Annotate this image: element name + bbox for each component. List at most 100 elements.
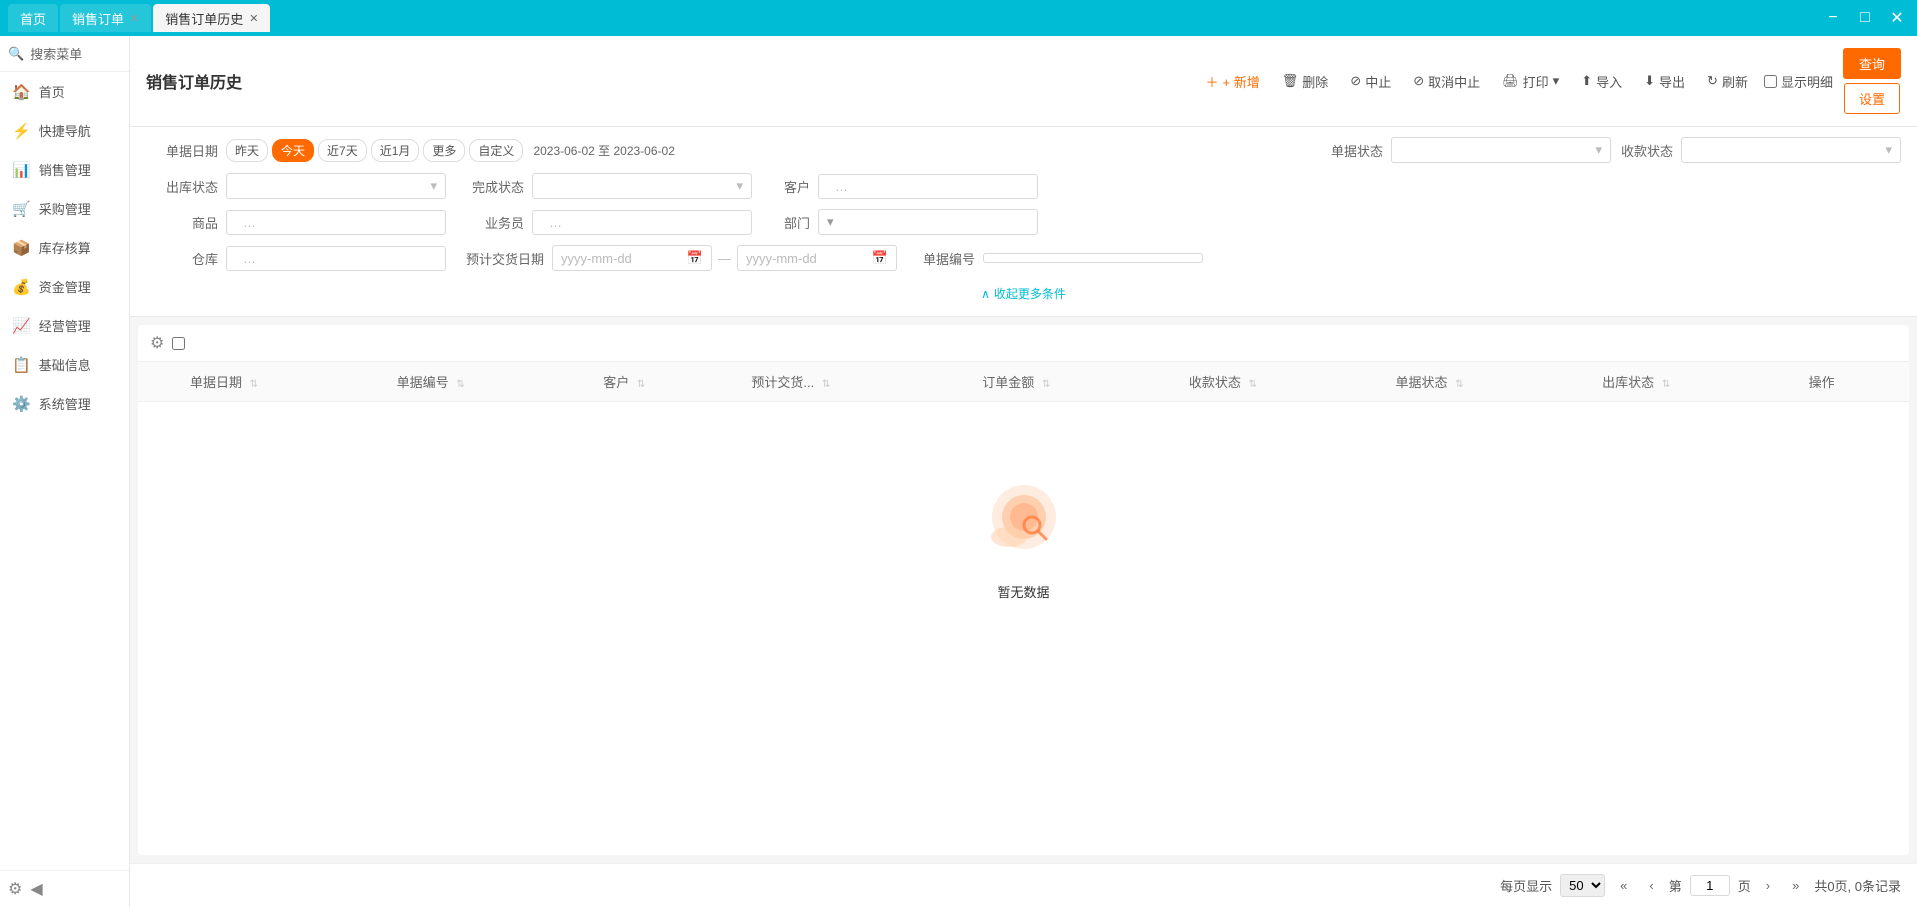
date-btn-yesterday[interactable]: 昨天	[226, 139, 268, 162]
first-page-button[interactable]: «	[1613, 875, 1634, 896]
th-outbound-status[interactable]: 出库状态 ⇅	[1590, 362, 1797, 402]
salesperson-label: 业务员	[462, 213, 532, 232]
minimize-button[interactable]: −	[1821, 6, 1845, 30]
cancel-stop-button[interactable]: ⊘ 取消中止	[1407, 68, 1486, 95]
sidebar-item-base-info[interactable]: 📋 基础信息	[0, 345, 129, 384]
date-btn-more[interactable]: 更多	[423, 139, 465, 162]
salesperson-input[interactable]: …	[532, 210, 752, 235]
th-check	[138, 362, 178, 402]
tab-sales-order-history[interactable]: 销售订单历史 ✕	[153, 4, 270, 32]
top-bar: 首页 销售订单 ✕ 销售订单历史 ✕ − □ ✕	[0, 0, 1917, 36]
sidebar-item-sales-mgmt[interactable]: 📊 销售管理	[0, 150, 129, 189]
home-icon: 🏠	[12, 83, 31, 101]
display-detail-input[interactable]	[1764, 75, 1777, 88]
collapse-filter-link[interactable]: ∧ 收起更多条件	[146, 281, 1901, 306]
export-icon: ⬇	[1644, 73, 1655, 89]
th-order-status[interactable]: 单据状态 ⇅	[1383, 362, 1590, 402]
table-header-row: 单据日期 ⇅ 单据编号 ⇅ 客户 ⇅	[138, 362, 1909, 402]
date-btn-today[interactable]: 今天	[272, 139, 314, 162]
toolbar: ＋ + 新增 🗑 删除 ⊘ 中止 ⊘ 取消中止 🖨 打印	[1200, 48, 1901, 114]
th-receipt-status[interactable]: 收款状态 ⇅	[1177, 362, 1384, 402]
print-icon: 🖨	[1502, 73, 1519, 89]
stop-button[interactable]: ⊘ 中止	[1344, 68, 1397, 95]
tab-home[interactable]: 首页	[8, 4, 58, 32]
th-delivery[interactable]: 预计交货... ⇅	[739, 362, 970, 402]
collapse-icon[interactable]: ◀	[30, 879, 42, 899]
filter-area: 单据日期 昨天 今天 近7天 近1月 更多 自定义 2023-06-02 至 2…	[130, 127, 1917, 317]
complete-status-select[interactable]: ▾	[532, 173, 752, 199]
date-btn-7days[interactable]: 近7天	[318, 139, 367, 162]
page-label-before: 第	[1669, 876, 1682, 895]
purchase-icon: 🛒	[12, 200, 31, 218]
date-btn-custom[interactable]: 自定义	[469, 139, 523, 162]
customer-dots-icon[interactable]: …	[835, 179, 848, 194]
warehouse-dots-icon[interactable]: …	[243, 251, 256, 266]
tab-sales-order-close[interactable]: ✕	[130, 12, 139, 25]
tab-sales-order[interactable]: 销售订单 ✕	[60, 4, 151, 32]
sidebar-search[interactable]: 🔍 搜索菜单	[0, 36, 129, 72]
tab-sales-order-history-close[interactable]: ✕	[249, 12, 258, 25]
table-settings-icon[interactable]: ⚙	[150, 333, 164, 353]
sidebar-item-purchase-mgmt[interactable]: 🛒 采购管理	[0, 189, 129, 228]
import-icon: ⬆	[1581, 73, 1592, 89]
empty-state: 暂无数据	[138, 402, 1909, 661]
last-page-button[interactable]: »	[1785, 875, 1806, 896]
print-button[interactable]: 🖨 打印 ▾	[1496, 68, 1565, 95]
settings-icon[interactable]: ⚙	[8, 879, 22, 899]
table-footer: 每页显示 50 « ‹ 第 页 › » 共0页, 0条记录	[130, 863, 1917, 907]
order-number-label: 单据编号	[913, 249, 983, 268]
th-customer[interactable]: 客户 ⇅	[591, 362, 739, 402]
department-arrow-icon: ▾	[827, 214, 834, 230]
sys-mgmt-icon: ⚙️	[12, 395, 31, 413]
salesperson-dots-icon[interactable]: …	[549, 215, 562, 230]
sidebar-item-home[interactable]: 🏠 首页	[0, 72, 129, 111]
refresh-icon: ↻	[1707, 73, 1718, 89]
sidebar-item-quick-nav[interactable]: ⚡ 快捷导航	[0, 111, 129, 150]
calendar-start-icon[interactable]: 📅	[687, 250, 703, 266]
delete-button[interactable]: 🗑 删除	[1276, 68, 1335, 95]
th-number[interactable]: 单据编号 ⇅	[385, 362, 592, 402]
sidebar-item-finance[interactable]: 💰 资金管理	[0, 267, 129, 306]
page-size-select[interactable]: 50	[1560, 874, 1605, 897]
operations-icon: 📈	[12, 317, 31, 335]
order-number-input[interactable]	[983, 253, 1203, 263]
new-button[interactable]: ＋ + 新增	[1200, 68, 1266, 95]
th-amount[interactable]: 订单金额 ⇅	[970, 362, 1177, 402]
order-status-arrow-icon: ▾	[1595, 142, 1602, 158]
order-status-select[interactable]: ▾	[1391, 137, 1611, 163]
outbound-status-select[interactable]: ▾	[226, 173, 446, 199]
customer-input[interactable]: …	[818, 174, 1038, 199]
filter-row-1: 单据日期 昨天 今天 近7天 近1月 更多 自定义 2023-06-02 至 2…	[146, 137, 1901, 163]
receipt-status-select[interactable]: ▾	[1681, 137, 1901, 163]
sidebar-item-operations[interactable]: 📈 经营管理	[0, 306, 129, 345]
warehouse-input[interactable]: …	[226, 246, 446, 271]
sort-outbound-icon: ⇅	[1662, 379, 1670, 390]
calendar-end-icon[interactable]: 📅	[872, 250, 888, 266]
complete-arrow-icon: ▾	[736, 178, 743, 194]
setting-button[interactable]: 设置	[1844, 83, 1900, 114]
next-page-button[interactable]: ›	[1759, 875, 1777, 896]
th-date[interactable]: 单据日期 ⇅	[178, 362, 385, 402]
prev-page-button[interactable]: ‹	[1642, 875, 1660, 896]
close-button[interactable]: ✕	[1885, 6, 1909, 30]
page-number-input[interactable]	[1690, 875, 1730, 896]
sort-receipt-icon: ⇅	[1249, 379, 1257, 390]
refresh-button[interactable]: ↻ 刷新	[1701, 68, 1754, 95]
query-button[interactable]: 查询	[1843, 48, 1901, 79]
table-container: 单据日期 ⇅ 单据编号 ⇅ 客户 ⇅	[138, 362, 1909, 855]
display-detail-checkbox[interactable]: 显示明细	[1764, 72, 1833, 91]
delivery-date-end-input[interactable]: yyyy-mm-dd 📅	[737, 245, 897, 271]
export-button[interactable]: ⬇ 导出	[1638, 68, 1691, 95]
department-select[interactable]: ▾	[818, 209, 1038, 235]
import-button[interactable]: ⬆ 导入	[1575, 68, 1628, 95]
sidebar-item-inventory[interactable]: 📦 库存核算	[0, 228, 129, 267]
maximize-button[interactable]: □	[1853, 6, 1877, 30]
delivery-date-start-input[interactable]: yyyy-mm-dd 📅	[552, 245, 712, 271]
sidebar-item-sys-mgmt[interactable]: ⚙️ 系统管理	[0, 384, 129, 423]
product-input[interactable]: …	[226, 210, 446, 235]
date-btn-1month[interactable]: 近1月	[371, 139, 420, 162]
page-size-label: 每页显示	[1500, 876, 1552, 895]
search-icon: 🔍	[8, 46, 24, 62]
select-all-checkbox[interactable]	[172, 337, 185, 350]
product-dots-icon[interactable]: …	[243, 215, 256, 230]
